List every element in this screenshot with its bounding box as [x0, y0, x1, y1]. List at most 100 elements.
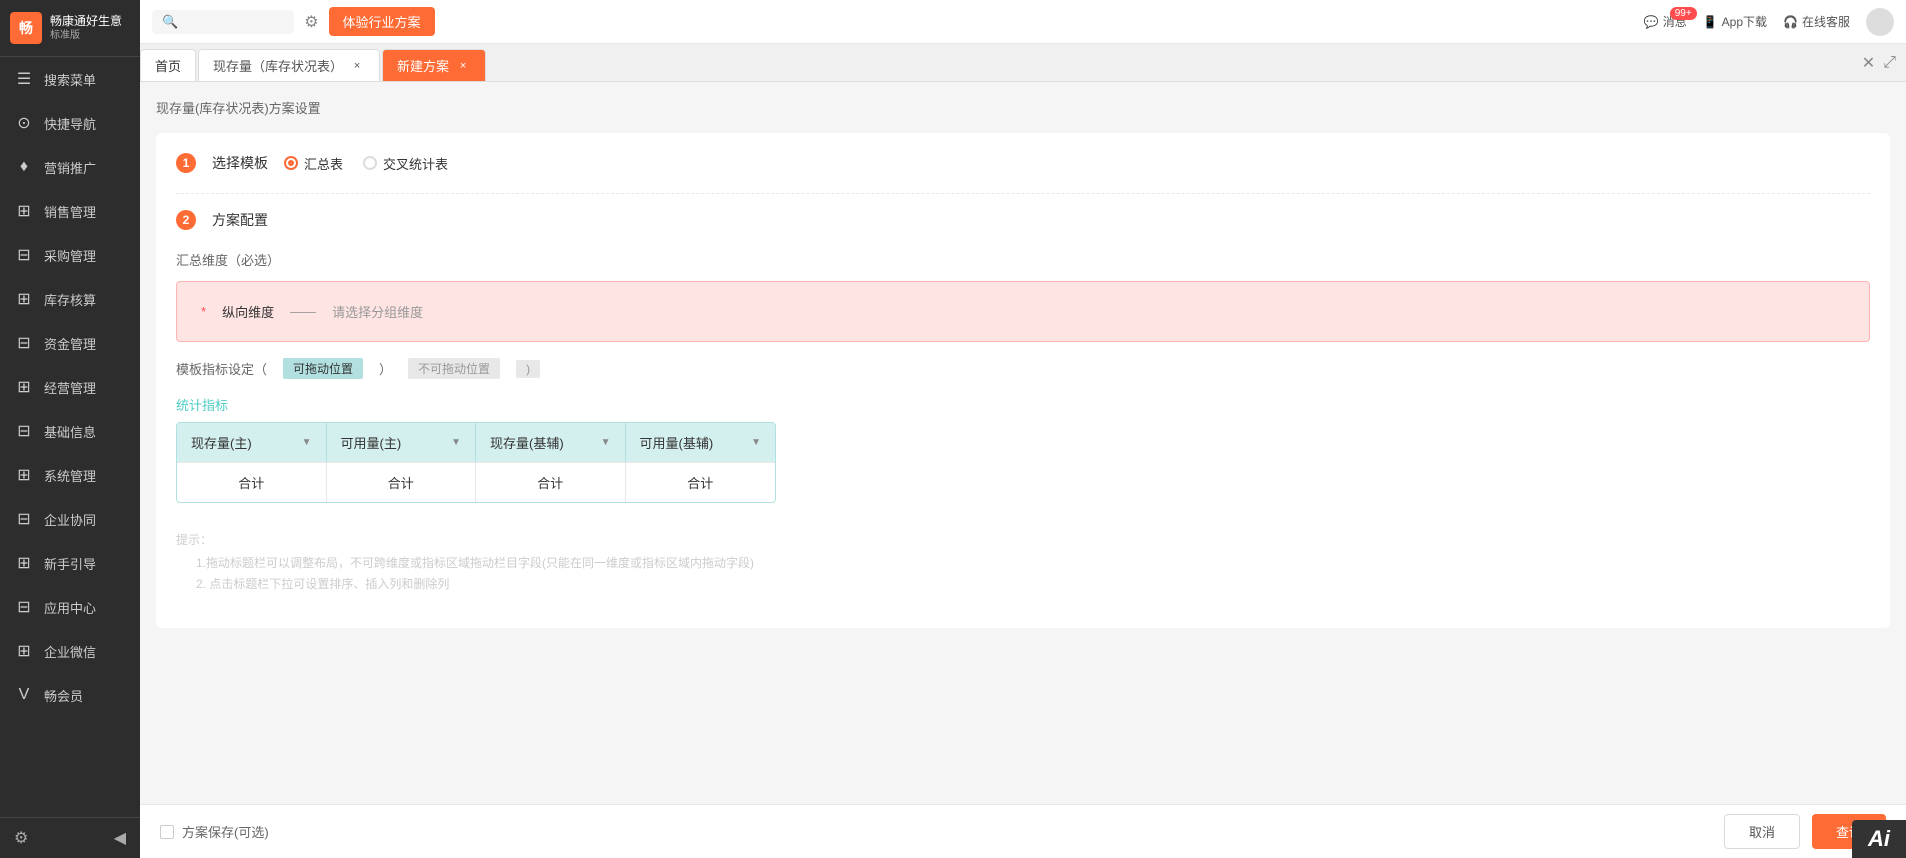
sidebar-item-search-menu[interactable]: ☰ 搜索菜单: [0, 57, 140, 101]
stats-th-3[interactable]: 可用量(基辅) ▼: [626, 423, 776, 462]
radio-summary[interactable]: 汇总表: [284, 154, 343, 173]
radio-summary-circle: [284, 156, 298, 170]
radio-cross-label: 交叉统计表: [383, 154, 448, 173]
sidebar-item-label-inventory: 库存核算: [44, 290, 96, 309]
app-download-icon: 📱: [1703, 15, 1718, 29]
sidebar-item-label-app: 应用中心: [44, 598, 96, 617]
cancel-button[interactable]: 取消: [1724, 814, 1800, 849]
non-draggable-tag: 不可拖动位置: [408, 358, 500, 379]
stats-th-2[interactable]: 现存量(基辅) ▼: [476, 423, 626, 462]
ai-badge: Ai: [1852, 820, 1906, 858]
non-draggable-tag2: ): [516, 360, 540, 378]
sidebar-item-member[interactable]: V 畅会员: [0, 673, 140, 717]
tab-new-scheme-close-icon[interactable]: ×: [455, 58, 471, 74]
chevron-down-icon-3: ▼: [751, 437, 761, 448]
tab-new-scheme[interactable]: 新建方案 ×: [382, 49, 486, 81]
sidebar-item-label-quick-nav: 快捷导航: [44, 114, 96, 133]
dim-label: 纵向维度: [222, 302, 274, 321]
sidebar-item-operation[interactable]: ⊞ 经营管理: [0, 365, 140, 409]
sidebar-item-quick-nav[interactable]: ⊙ 快捷导航: [0, 101, 140, 145]
tab-inventory-status[interactable]: 现存量（库存状况表） ×: [198, 49, 380, 81]
topbar-search-input[interactable]: [184, 15, 284, 29]
sidebar-item-inventory[interactable]: ⊞ 库存核算: [0, 277, 140, 321]
topbar-gear-icon[interactable]: ⚙: [304, 12, 318, 32]
message-btn[interactable]: 💬 消息 99+: [1644, 13, 1687, 30]
tab-inventory-close-icon[interactable]: ×: [349, 58, 365, 74]
tab-close-icon[interactable]: ✕: [1862, 53, 1875, 73]
app-download-btn[interactable]: 📱 App下载: [1703, 13, 1767, 30]
sidebar-item-basic[interactable]: ⊟ 基础信息: [0, 409, 140, 453]
sidebar-item-corp[interactable]: ⊟ 企业协同: [0, 497, 140, 541]
trial-btn[interactable]: 体验行业方案: [329, 7, 435, 36]
stats-section-title: 统计指标: [176, 395, 1870, 414]
tips-section: 提示： 1.拖动标题栏可以调整布局，不可跨维度或指标区域拖动栏目字段(只能在同一…: [176, 519, 1870, 608]
step1-row: 1 选择模板 汇总表 交叉统计表: [176, 153, 1870, 173]
logo-icon: 畅: [10, 12, 42, 44]
guide-icon: ⊞: [14, 553, 34, 573]
sidebar-item-marketing[interactable]: ♦ 营销推广: [0, 145, 140, 189]
step2-row: 2 方案配置: [176, 210, 1870, 230]
sound-icon[interactable]: ◀: [114, 828, 126, 848]
sidebar-logo: 畅 畅康通好生意 标准版: [0, 0, 140, 57]
indicator-settings-label2: ）: [379, 359, 392, 378]
logo-line2: 标准版: [50, 29, 122, 42]
sidebar-item-sales[interactable]: ⊞ 销售管理: [0, 189, 140, 233]
save-checkbox[interactable]: [160, 825, 174, 839]
stats-th-3-label: 可用量(基辅): [640, 433, 714, 452]
radio-summary-label: 汇总表: [304, 154, 343, 173]
sidebar-item-finance[interactable]: ⊟ 资金管理: [0, 321, 140, 365]
indicator-settings-row: 模板指标设定（ 可拖动位置 ） 不可拖动位置 ): [176, 358, 1870, 379]
topbar-search-box[interactable]: 🔍: [152, 10, 294, 34]
stats-th-0-label: 现存量(主): [191, 433, 252, 452]
operation-icon: ⊞: [14, 377, 34, 397]
tab-home[interactable]: 首页: [140, 49, 196, 81]
dimension-title: 汇总维度（必选）: [176, 250, 1870, 269]
quick-nav-icon: ⊙: [14, 113, 34, 133]
stats-table-header: 现存量(主) ▼ 可用量(主) ▼ 现存量(基辅) ▼ 可用量(基辅) ▼: [177, 423, 775, 462]
sidebar-item-purchase[interactable]: ⊟ 采购管理: [0, 233, 140, 277]
online-service-btn[interactable]: 🎧 在线客服: [1783, 13, 1850, 30]
step2-label: 方案配置: [212, 210, 268, 230]
step1-label: 选择模板: [212, 153, 268, 173]
sidebar-item-wechat[interactable]: ⊞ 企业微信: [0, 629, 140, 673]
purchase-icon: ⊟: [14, 245, 34, 265]
chevron-down-icon-0: ▼: [302, 437, 312, 448]
tab-expand-icon[interactable]: ⤢: [1883, 54, 1896, 72]
radio-cross[interactable]: 交叉统计表: [363, 154, 448, 173]
app-download-label: App下载: [1722, 13, 1767, 30]
main-area: 🔍 ⚙ 体验行业方案 💬 消息 99+ 📱 App下载 🎧 在线客服: [140, 0, 1906, 858]
settings-icon[interactable]: ⚙: [14, 828, 28, 848]
sidebar-item-label-marketing: 营销推广: [44, 158, 96, 177]
stats-th-1[interactable]: 可用量(主) ▼: [327, 423, 477, 462]
sidebar-item-label-purchase: 采购管理: [44, 246, 96, 265]
stats-th-1-label: 可用量(主): [341, 433, 402, 452]
basic-icon: ⊟: [14, 421, 34, 441]
scheme-panel: 1 选择模板 汇总表 交叉统计表 2 方案配置: [156, 133, 1890, 628]
topbar: 🔍 ⚙ 体验行业方案 💬 消息 99+ 📱 App下载 🎧 在线客服: [140, 0, 1906, 44]
draggable-tag: 可拖动位置: [283, 358, 363, 379]
user-avatar[interactable]: [1866, 8, 1894, 36]
sidebar-item-system[interactable]: ⊞ 系统管理: [0, 453, 140, 497]
stats-td-0-3: 合计: [626, 462, 776, 502]
required-star: *: [201, 304, 206, 319]
headset-icon: 🎧: [1783, 15, 1798, 29]
save-option[interactable]: 方案保存(可选): [160, 822, 269, 841]
sidebar-item-label-sales: 销售管理: [44, 202, 96, 221]
step-divider: [176, 193, 1870, 194]
sales-icon: ⊞: [14, 201, 34, 221]
message-icon: 💬: [1644, 15, 1659, 29]
sidebar-nav: ☰ 搜索菜单 ⊙ 快捷导航 ♦ 营销推广 ⊞ 销售管理 ⊟ 采购管理 ⊞ 库存核…: [0, 57, 140, 817]
sidebar-item-label-basic: 基础信息: [44, 422, 96, 441]
sidebar-bottom: ⚙ ◀: [0, 817, 140, 858]
online-service-label: 在线客服: [1802, 13, 1850, 30]
template-radio-group: 汇总表 交叉统计表: [284, 154, 448, 173]
sidebar-item-guide[interactable]: ⊞ 新手引导: [0, 541, 140, 585]
stats-th-0[interactable]: 现存量(主) ▼: [177, 423, 327, 462]
dimension-area[interactable]: * 纵向维度 —— 请选择分组维度: [176, 281, 1870, 342]
logo-line1: 畅康通好生意: [50, 14, 122, 30]
sidebar-item-label-guide: 新手引导: [44, 554, 96, 573]
tab-new-scheme-label: 新建方案: [397, 56, 449, 75]
sidebar-item-label-finance: 资金管理: [44, 334, 96, 353]
step1-number: 1: [176, 153, 196, 173]
sidebar-item-app[interactable]: ⊟ 应用中心: [0, 585, 140, 629]
